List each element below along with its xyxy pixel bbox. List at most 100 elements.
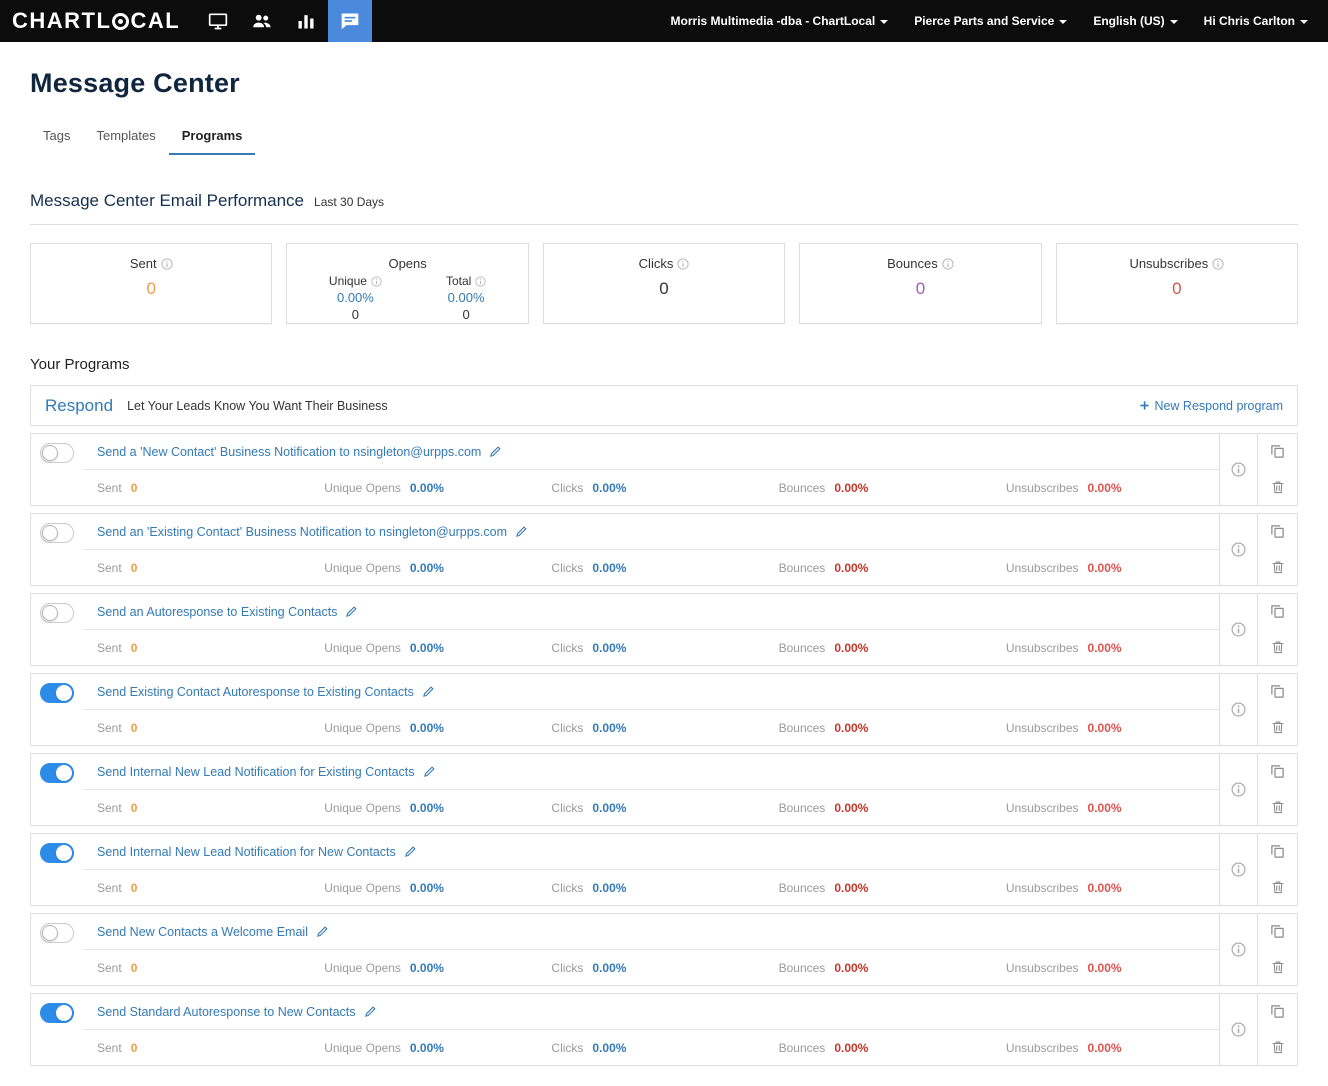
trash-icon[interactable] <box>1258 550 1297 586</box>
message-center-icon[interactable] <box>328 0 373 42</box>
user-menu[interactable]: Hi Chris Carlton <box>1204 14 1308 28</box>
program-title-link[interactable]: Send Internal New Lead Notification for … <box>97 845 396 859</box>
new-respond-program-button[interactable]: New Respond program <box>1139 399 1283 413</box>
program-info-icon[interactable] <box>1219 434 1257 505</box>
program-toggle[interactable] <box>40 523 74 543</box>
stat-unique-opens-value: 0.00% <box>409 800 444 815</box>
edit-pencil-icon[interactable] <box>345 605 358 618</box>
stat-clicks: Clicks 0.00% <box>551 960 627 975</box>
copy-icon[interactable] <box>1258 754 1297 790</box>
edit-pencil-icon[interactable] <box>404 845 417 858</box>
chartlocal-logo[interactable]: CHARTL CAL <box>0 0 196 42</box>
program-toggle-cell <box>31 834 83 905</box>
program-title-link[interactable]: Send Standard Autoresponse to New Contac… <box>97 1005 356 1019</box>
program-info-icon[interactable] <box>1219 834 1257 905</box>
program-toggle[interactable] <box>40 763 74 783</box>
main-content: Message Center Tags Templates Programs M… <box>0 68 1328 1086</box>
program-info-icon[interactable] <box>1219 674 1257 745</box>
location-menu[interactable]: Pierce Parts and Service <box>914 14 1068 28</box>
stat-sent-value: 0 <box>130 960 138 975</box>
copy-icon[interactable] <box>1258 674 1297 710</box>
trash-icon[interactable] <box>1258 950 1297 986</box>
info-icon[interactable] <box>475 276 486 287</box>
respond-panel-header: Respond Let Your Leads Know You Want The… <box>30 385 1298 426</box>
program-row-main: Send an 'Existing Contact' Business Noti… <box>83 514 1219 585</box>
stat-sent-value: 0 <box>130 1040 138 1055</box>
program-toggle[interactable] <box>40 683 74 703</box>
opens-total-count: 0 <box>462 307 470 322</box>
trash-icon[interactable] <box>1258 1030 1297 1066</box>
edit-pencil-icon[interactable] <box>364 1005 377 1018</box>
info-icon[interactable] <box>371 276 382 287</box>
program-info-icon[interactable] <box>1219 514 1257 585</box>
stat-bounces: Bounces 0.00% <box>778 640 869 655</box>
stat-clicks-value: 0.00% <box>592 960 627 975</box>
edit-pencil-icon[interactable] <box>423 765 436 778</box>
toggle-knob <box>56 1005 72 1021</box>
program-row: Send New Contacts a Welcome Email Sent 0… <box>30 913 1298 986</box>
info-icon[interactable] <box>677 258 689 270</box>
tab-tags[interactable]: Tags <box>30 119 83 155</box>
program-title-link[interactable]: Send Internal New Lead Notification for … <box>97 765 415 779</box>
program-actions <box>1257 674 1297 745</box>
program-title-link[interactable]: Send Existing Contact Autoresponse to Ex… <box>97 685 414 699</box>
trash-icon[interactable] <box>1258 790 1297 826</box>
program-title-link[interactable]: Send an 'Existing Contact' Business Noti… <box>97 525 507 539</box>
copy-icon[interactable] <box>1258 914 1297 950</box>
caret-down-icon <box>1169 19 1178 24</box>
edit-pencil-icon[interactable] <box>316 925 329 938</box>
stat-bounces: Bounces 0.00% <box>778 960 869 975</box>
program-info-icon[interactable] <box>1219 594 1257 665</box>
trash-icon[interactable] <box>1258 470 1297 506</box>
edit-pencil-icon[interactable] <box>489 445 502 458</box>
tab-templates[interactable]: Templates <box>83 119 168 155</box>
copy-icon[interactable] <box>1258 834 1297 870</box>
copy-icon[interactable] <box>1258 434 1297 470</box>
program-toggle[interactable] <box>40 843 74 863</box>
tab-programs[interactable]: Programs <box>168 119 256 155</box>
bar-chart-icon[interactable] <box>284 0 328 42</box>
stat-unique-opens: Unique Opens 0.00% <box>324 560 444 575</box>
stat-bounces-value: 0.00% <box>834 880 869 895</box>
toggle-knob <box>56 765 72 781</box>
edit-pencil-icon[interactable] <box>515 525 528 538</box>
program-title-link[interactable]: Send an Autoresponse to Existing Contact… <box>97 605 337 619</box>
stat-bounces-value: 0.00% <box>834 480 869 495</box>
account-menu[interactable]: Morris Multimedia -dba - ChartLocal <box>671 14 889 28</box>
program-toggle[interactable] <box>40 1003 74 1023</box>
caret-down-icon <box>880 19 889 24</box>
program-title-link[interactable]: Send a 'New Contact' Business Notificati… <box>97 445 481 459</box>
program-toggle[interactable] <box>40 443 74 463</box>
stat-sent-value: 0 <box>130 640 138 655</box>
desktop-icon[interactable] <box>196 0 240 42</box>
info-icon[interactable] <box>160 258 173 270</box>
program-row-stats: Sent 0 Unique Opens 0.00% Clicks 0.00% B… <box>83 950 1219 985</box>
program-info-icon[interactable] <box>1219 914 1257 985</box>
program-row: Send Internal New Lead Notification for … <box>30 833 1298 906</box>
stat-sent: Sent 0 <box>97 480 138 495</box>
program-info-icon[interactable] <box>1219 994 1257 1065</box>
program-title-link[interactable]: Send New Contacts a Welcome Email <box>97 925 308 939</box>
stat-unsubscribes: Unsubscribes 0.00% <box>1005 960 1122 975</box>
language-menu[interactable]: English (US) <box>1093 14 1178 28</box>
copy-icon[interactable] <box>1258 994 1297 1030</box>
program-info-icon[interactable] <box>1219 754 1257 825</box>
info-icon[interactable] <box>1212 258 1224 270</box>
program-actions <box>1257 754 1297 825</box>
stat-sent: Sent 0 <box>97 800 138 815</box>
stat-unsubscribes-value: 0.00% <box>1087 800 1122 815</box>
users-icon[interactable] <box>240 0 284 42</box>
program-row-stats: Sent 0 Unique Opens 0.00% Clicks 0.00% B… <box>83 470 1219 505</box>
program-toggle[interactable] <box>40 603 74 623</box>
trash-icon[interactable] <box>1258 870 1297 906</box>
program-toggle[interactable] <box>40 923 74 943</box>
stat-bounces-value: 0.00% <box>834 640 869 655</box>
trash-icon[interactable] <box>1258 710 1297 746</box>
edit-pencil-icon[interactable] <box>422 685 435 698</box>
card-clicks-value: 0 <box>659 279 669 298</box>
trash-icon[interactable] <box>1258 630 1297 666</box>
copy-icon[interactable] <box>1258 514 1297 550</box>
info-icon[interactable] <box>942 258 954 270</box>
copy-icon[interactable] <box>1258 594 1297 630</box>
program-row-stats: Sent 0 Unique Opens 0.00% Clicks 0.00% B… <box>83 1030 1219 1065</box>
